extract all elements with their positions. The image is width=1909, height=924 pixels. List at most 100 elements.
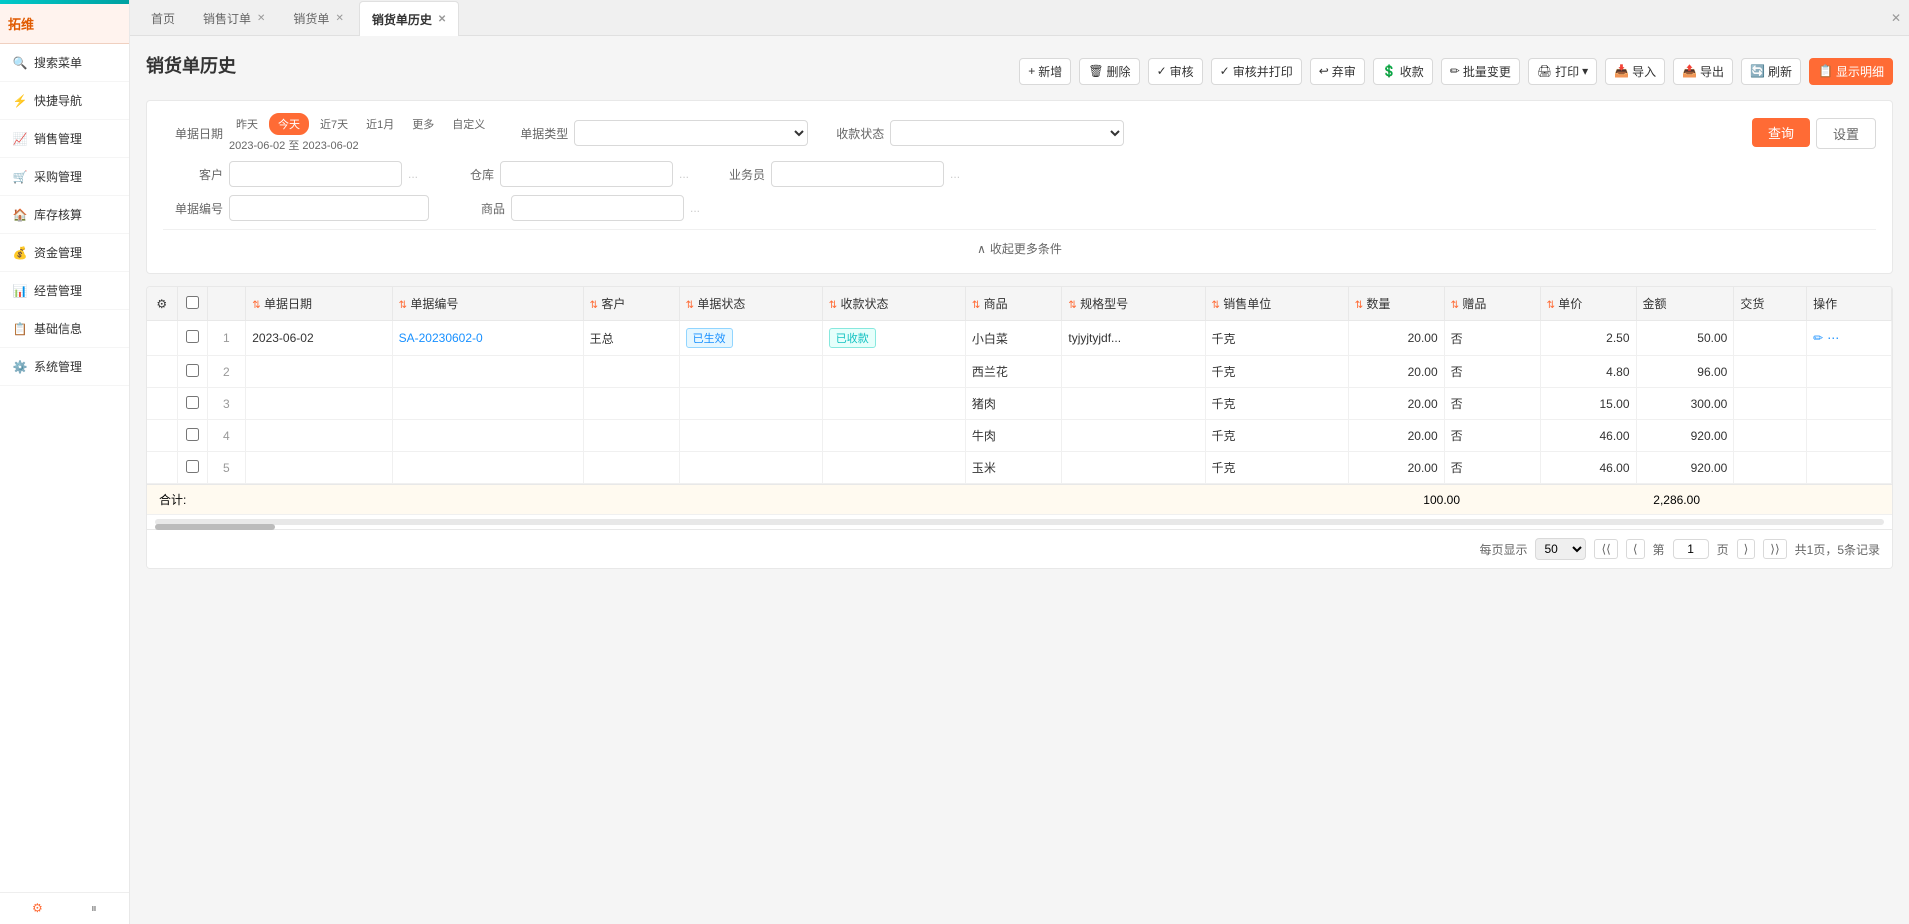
th-docno[interactable]: ⇅ 单据编号	[392, 287, 583, 321]
th-unit[interactable]: ⇅ 销售单位	[1205, 287, 1348, 321]
date-btn-more[interactable]: 更多	[405, 113, 441, 135]
filter-docno-input[interactable]	[229, 195, 429, 221]
refresh-button[interactable]: 🔄 刷新	[1741, 58, 1801, 85]
sidebar-item-search-menu[interactable]: 🔍 搜索菜单	[0, 44, 129, 82]
th-date[interactable]: ⇅ 单据日期	[246, 287, 392, 321]
th-spec[interactable]: ⇅ 规格型号	[1062, 287, 1205, 321]
th-docstatus[interactable]: ⇅ 单据状态	[679, 287, 822, 321]
tab-bar-close-all[interactable]: ✕	[1891, 11, 1901, 25]
tab-sales-history-close[interactable]: ✕	[438, 14, 446, 25]
row-checkbox[interactable]	[186, 460, 199, 473]
export-button[interactable]: 📤 导出	[1673, 58, 1733, 85]
td-checkbox[interactable]	[177, 321, 207, 356]
receive-button[interactable]: 💲 收款	[1373, 58, 1433, 85]
more-action-button[interactable]: ⋯	[1827, 331, 1839, 345]
th-checkbox[interactable]	[177, 287, 207, 321]
sidebar-item-finance[interactable]: 💰 资金管理	[0, 234, 129, 272]
row-checkbox[interactable]	[186, 396, 199, 409]
th-gift[interactable]: ⇅ 赠品	[1444, 287, 1540, 321]
page-number-input[interactable]	[1673, 539, 1709, 559]
td-product: 牛肉	[965, 420, 1061, 452]
sidebar-item-basic-info[interactable]: 📋 基础信息	[0, 310, 129, 348]
td-docno[interactable]	[392, 452, 583, 484]
import-button[interactable]: 📥 导入	[1605, 58, 1665, 85]
date-btn-custom[interactable]: 自定义	[445, 113, 492, 135]
audit-print-icon: ✓	[1220, 64, 1230, 78]
filter-product-input[interactable]	[511, 195, 684, 221]
sidebar-item-purchase-mgmt[interactable]: 🛒 采购管理	[0, 158, 129, 196]
filter-pay-status-select[interactable]	[890, 120, 1124, 146]
first-page-button[interactable]: ⟨⟨	[1594, 539, 1617, 559]
delete-button[interactable]: 🗑 删除	[1079, 58, 1139, 85]
sales-icon: 📈	[12, 131, 28, 147]
filter-customer-input[interactable]	[229, 161, 402, 187]
td-docno[interactable]	[392, 420, 583, 452]
row-checkbox[interactable]	[186, 330, 199, 343]
th-customer[interactable]: ⇅ 客户	[583, 287, 679, 321]
add-button[interactable]: + 新增	[1019, 58, 1071, 85]
prev-page-button[interactable]: ⟨	[1626, 539, 1645, 559]
warehouse-dots[interactable]: ...	[679, 167, 689, 181]
show-detail-button[interactable]: 📋 显示明细	[1809, 58, 1893, 85]
print-button[interactable]: 🖨 打印 ▾	[1528, 58, 1597, 85]
tab-home[interactable]: 首页	[138, 0, 188, 35]
customer-dots[interactable]: ...	[408, 167, 418, 181]
th-qty[interactable]: ⇅ 数量	[1348, 287, 1444, 321]
date-btn-1month[interactable]: 近1月	[359, 113, 401, 135]
td-docno[interactable]	[392, 388, 583, 420]
tab-sales-order-close[interactable]: ✕	[257, 13, 265, 24]
row-checkbox[interactable]	[186, 428, 199, 441]
sidebar-bottom-icon2[interactable]: ⏸	[91, 901, 97, 916]
td-price: 2.50	[1540, 321, 1636, 356]
staff-dots[interactable]: ...	[950, 167, 960, 181]
next-page-button[interactable]: ⟩	[1737, 539, 1756, 559]
abandon-button[interactable]: ↩ 弃审	[1310, 58, 1365, 85]
tab-sales-order[interactable]: 销售订单 ✕	[190, 0, 278, 35]
tab-bar: 首页 销售订单 ✕ 销货单 ✕ 销货单历史 ✕ ✕	[130, 0, 1909, 36]
page-size-select[interactable]: 50 10 20 100	[1535, 538, 1586, 560]
batch-change-button[interactable]: ✏ 批量变更	[1441, 58, 1520, 85]
set-button[interactable]: 设置	[1816, 118, 1876, 149]
th-product[interactable]: ⇅ 商品	[965, 287, 1061, 321]
th-settings[interactable]: ⚙	[147, 287, 177, 321]
td-docno[interactable]	[392, 356, 583, 388]
operations-icon: 📊	[12, 283, 28, 299]
th-paystatus[interactable]: ⇅ 收款状态	[822, 287, 965, 321]
edit-action-button[interactable]: ✏	[1813, 331, 1823, 345]
content-area: 销货单历史 + 新增 🗑 删除 ✓ 审核 ✓ 审核并打印	[130, 36, 1909, 924]
query-button[interactable]: 查询	[1752, 118, 1810, 147]
filter-staff-input[interactable]	[771, 161, 944, 187]
date-btn-yesterday[interactable]: 昨天	[229, 113, 265, 135]
horizontal-scrollbar[interactable]	[155, 519, 1884, 525]
product-dots[interactable]: ...	[690, 201, 700, 215]
audit-print-button[interactable]: ✓ 审核并打印	[1211, 58, 1302, 85]
td-checkbox[interactable]	[177, 388, 207, 420]
filter-warehouse-input[interactable]	[500, 161, 673, 187]
td-checkbox[interactable]	[177, 420, 207, 452]
td-amount: 96.00	[1636, 356, 1734, 388]
sidebar-item-quick-nav[interactable]: ⚡ 快捷导航	[0, 82, 129, 120]
sidebar-item-inventory[interactable]: 🏠 库存核算	[0, 196, 129, 234]
row-checkbox[interactable]	[186, 364, 199, 377]
last-page-button[interactable]: ⟩⟩	[1763, 539, 1786, 559]
sidebar-item-system-mgmt[interactable]: ⚙️ 系统管理	[0, 348, 129, 386]
td-checkbox[interactable]	[177, 452, 207, 484]
tab-sales-delivery-close[interactable]: ✕	[335, 13, 343, 24]
filter-doc-type-select[interactable]	[574, 120, 808, 146]
sidebar-item-sales-mgmt[interactable]: 📈 销售管理	[0, 120, 129, 158]
date-btn-7days[interactable]: 近7天	[313, 113, 355, 135]
th-price[interactable]: ⇅ 单价	[1540, 287, 1636, 321]
audit-button[interactable]: ✓ 审核	[1148, 58, 1203, 85]
td-checkbox[interactable]	[177, 356, 207, 388]
td-unit: 千克	[1205, 420, 1348, 452]
collapse-button[interactable]: ∧ 收起更多条件	[163, 236, 1876, 261]
sidebar-bottom-icon1[interactable]: ⚙	[32, 901, 43, 916]
filter-row-2: 客户 ... 仓库 ... 业务员 ...	[163, 161, 1876, 187]
select-all-checkbox[interactable]	[186, 296, 199, 309]
td-product: 小白菜	[965, 321, 1061, 356]
td-docno[interactable]: SA-20230602-0	[392, 321, 583, 356]
date-btn-today[interactable]: 今天	[269, 113, 309, 135]
sidebar-item-operations[interactable]: 📊 经营管理	[0, 272, 129, 310]
tab-sales-history[interactable]: 销货单历史 ✕	[359, 1, 459, 36]
tab-sales-delivery[interactable]: 销货单 ✕	[280, 0, 356, 35]
